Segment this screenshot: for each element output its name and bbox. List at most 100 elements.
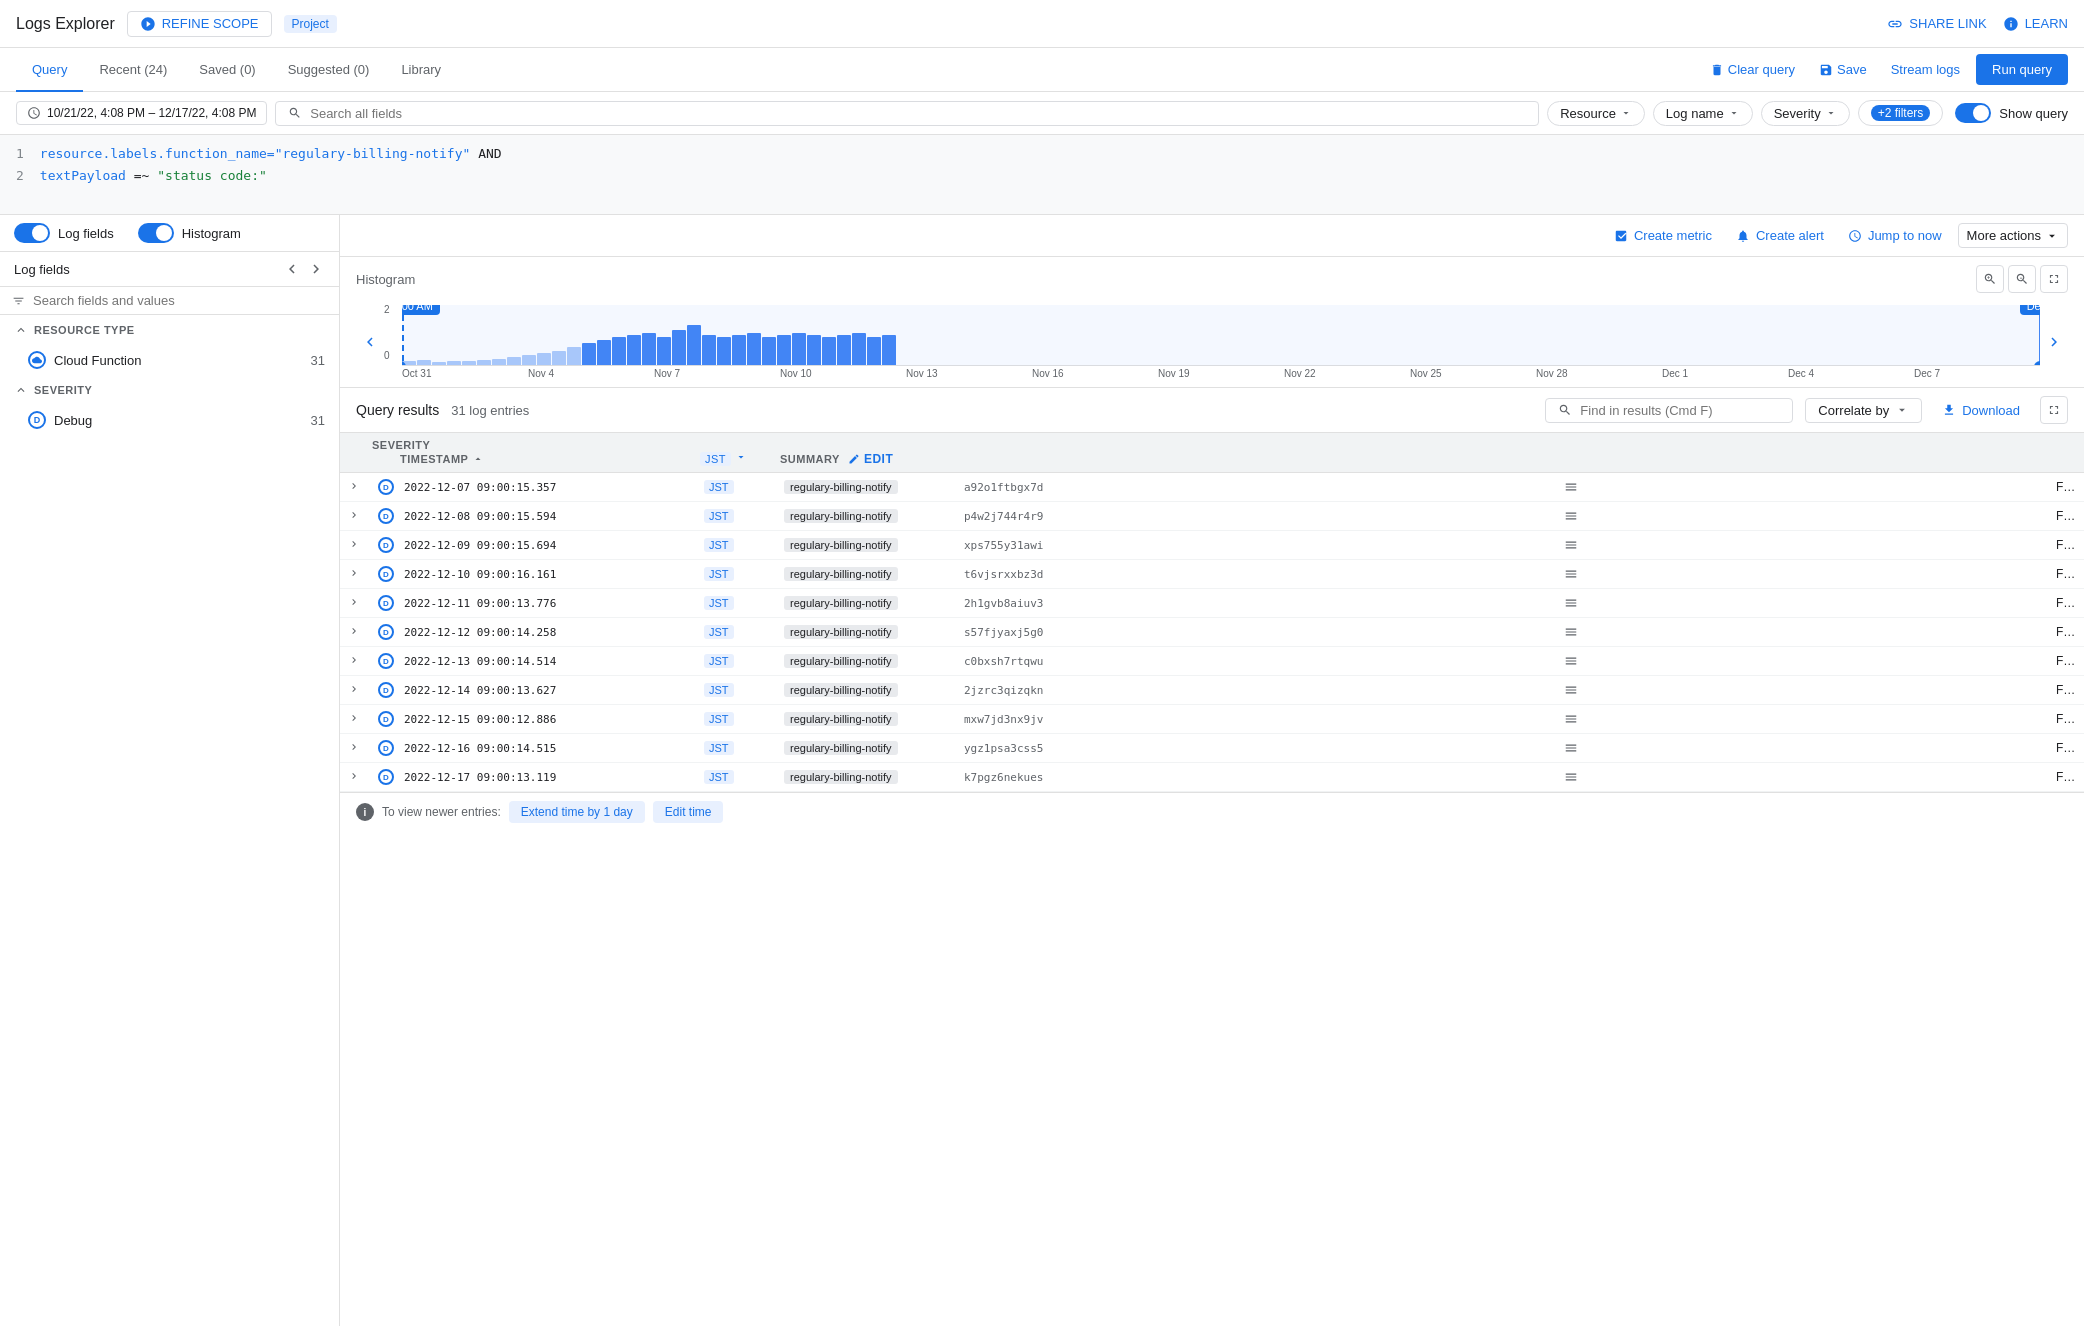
row-trace-id: mxw7jd3nx9jv xyxy=(960,713,1090,726)
more-actions-button[interactable]: More actions xyxy=(1958,223,2068,248)
find-results-input[interactable] xyxy=(1545,398,1793,423)
run-query-button[interactable]: Run query xyxy=(1976,54,2068,85)
row-expand-icon[interactable] xyxy=(344,538,372,552)
row-expand-icon[interactable] xyxy=(344,683,372,697)
col-timestamp-header[interactable]: TIMESTAMP xyxy=(400,451,700,466)
row-trace-id: 2h1gvb8aiuv3 xyxy=(960,597,1090,610)
table-row[interactable]: D 2022-12-17 09:00:13.119 JST regulary-b… xyxy=(340,763,2084,792)
chevron-left-icon[interactable] xyxy=(283,260,301,278)
debug-item[interactable]: D Debug 31 xyxy=(0,405,339,435)
table-row[interactable]: D 2022-12-09 09:00:15.694 JST regulary-b… xyxy=(340,531,2084,560)
histogram-switch[interactable] xyxy=(138,223,174,243)
row-expand-icon[interactable] xyxy=(344,509,372,523)
table-row[interactable]: D 2022-12-15 09:00:12.886 JST regulary-b… xyxy=(340,705,2084,734)
row-timestamp: 2022-12-16 09:00:14.515 xyxy=(400,742,700,755)
extend-time-button[interactable]: Extend time by 1 day xyxy=(509,801,645,823)
expand-results-button[interactable] xyxy=(2040,396,2068,424)
tab-library[interactable]: Library xyxy=(385,48,457,92)
row-expand-icon[interactable] xyxy=(344,625,372,639)
top-bar-right: SHARE LINK LEARN xyxy=(1887,16,2068,32)
query-line-1[interactable]: resource.labels.function_name="regulary-… xyxy=(40,143,502,165)
search-fields[interactable] xyxy=(0,287,339,315)
top-actions: Create metric Create alert Jump to now M… xyxy=(1606,223,2068,248)
query-line-2[interactable]: textPayload =~ "status code:" xyxy=(40,165,267,187)
clear-query-button[interactable]: Clear query xyxy=(1702,56,1803,83)
table-row[interactable]: D 2022-12-11 09:00:13.776 JST regulary-b… xyxy=(340,589,2084,618)
learn-button[interactable]: LEARN xyxy=(2003,16,2068,32)
row-expand-icon[interactable] xyxy=(344,567,372,581)
show-query-switch[interactable] xyxy=(1955,103,1991,123)
row-summary: Function execution took 12417 ms. Finish… xyxy=(2052,741,2080,755)
query-editor[interactable]: 1 resource.labels.function_name="regular… xyxy=(0,135,2084,215)
log-fields-switch[interactable] xyxy=(14,223,50,243)
row-expand-icon[interactable] xyxy=(344,654,372,668)
table-row[interactable]: D 2022-12-08 09:00:15.594 JST regulary-b… xyxy=(340,502,2084,531)
zoom-in-button[interactable] xyxy=(1976,265,2004,293)
jump-to-now-button[interactable]: Jump to now xyxy=(1840,224,1950,247)
tab-suggested[interactable]: Suggested (0) xyxy=(272,48,386,92)
download-button[interactable]: Download xyxy=(1934,399,2028,422)
resource-filter[interactable]: Resource xyxy=(1547,101,1645,126)
table-row[interactable]: D 2022-12-07 09:00:15.357 JST regulary-b… xyxy=(340,473,2084,502)
tab-recent[interactable]: Recent (24) xyxy=(83,48,183,92)
logname-filter[interactable]: Log name xyxy=(1653,101,1753,126)
date-label-nov10: Nov 10 xyxy=(780,368,906,379)
cloud-function-item[interactable]: Cloud Function 31 xyxy=(0,345,339,375)
row-expand-icon[interactable] xyxy=(344,770,372,784)
table-row[interactable]: D 2022-12-14 09:00:13.627 JST regulary-b… xyxy=(340,676,2084,705)
resource-type-header[interactable]: RESOURCE TYPE xyxy=(0,315,339,345)
find-in-results-field[interactable] xyxy=(1580,403,1780,418)
top-bar: Logs Explorer REFINE SCOPE Project SHARE… xyxy=(0,0,2084,48)
table-row[interactable]: D 2022-12-12 09:00:14.258 JST regulary-b… xyxy=(340,618,2084,647)
create-alert-button[interactable]: Create alert xyxy=(1728,224,1832,247)
table-row[interactable]: D 2022-12-13 09:00:14.514 JST regulary-b… xyxy=(340,647,2084,676)
histogram-next-button[interactable] xyxy=(2040,305,2068,379)
chevron-right-icon[interactable] xyxy=(307,260,325,278)
create-metric-button[interactable]: Create metric xyxy=(1606,224,1720,247)
table-row[interactable]: D 2022-12-16 09:00:14.515 JST regulary-b… xyxy=(340,734,2084,763)
date-label-nov4: Nov 4 xyxy=(528,368,654,379)
table-row[interactable]: D 2022-12-10 09:00:16.161 JST regulary-b… xyxy=(340,560,2084,589)
histogram-expand-button[interactable] xyxy=(2040,265,2068,293)
stream-logs-button[interactable]: Stream logs xyxy=(1883,56,1968,83)
row-expand-icon[interactable] xyxy=(344,741,372,755)
severity-filter[interactable]: Severity xyxy=(1761,101,1850,126)
row-function: regulary-billing-notify xyxy=(780,770,960,784)
tab-saved[interactable]: Saved (0) xyxy=(183,48,271,92)
col-extra xyxy=(1090,451,2052,466)
sidebar-top-row: Log fields Histogram xyxy=(0,215,339,252)
learn-label: LEARN xyxy=(2025,16,2068,31)
severity-header[interactable]: SEVERITY xyxy=(0,375,339,405)
date-labels: Oct 31 Nov 4 Nov 7 Nov 10 Nov 13 Nov 16 … xyxy=(402,368,2040,379)
edit-summary-button[interactable]: EDIT xyxy=(848,452,893,466)
row-function: regulary-billing-notify xyxy=(780,683,960,697)
edit-time-button[interactable]: Edit time xyxy=(653,801,724,823)
histogram-prev-button[interactable] xyxy=(356,305,384,379)
col-severity-header[interactable]: SEVERITY xyxy=(372,439,400,451)
row-summary: Function execution took 14916 ms. Finish… xyxy=(2052,538,2080,552)
zoom-out-button[interactable] xyxy=(2008,265,2036,293)
range-start-label: Oct 21, 9:00 AM xyxy=(402,305,440,315)
filter-bar: 10/21/22, 4:08 PM – 12/17/22, 4:08 PM Re… xyxy=(0,92,2084,135)
search-input[interactable] xyxy=(310,106,1526,121)
correlate-chevron-icon xyxy=(1895,403,1909,417)
correlate-by-button[interactable]: Correlate by xyxy=(1805,398,1922,423)
refine-scope-label: REFINE SCOPE xyxy=(162,16,259,31)
col-jst-header[interactable]: JST xyxy=(700,451,780,466)
row-severity-icon: D xyxy=(372,769,400,785)
search-all-fields[interactable] xyxy=(275,101,1539,126)
more-filters-button[interactable]: +2 filters xyxy=(1858,100,1944,126)
share-link-button[interactable]: SHARE LINK xyxy=(1887,16,1986,32)
refine-scope-button[interactable]: REFINE SCOPE xyxy=(127,11,272,37)
table-header: SEVERITY TIMESTAMP JST SUMMARY EDIT xyxy=(340,433,2084,473)
row-expand-icon[interactable] xyxy=(344,712,372,726)
row-function: regulary-billing-notify xyxy=(780,567,960,581)
time-picker[interactable]: 10/21/22, 4:08 PM – 12/17/22, 4:08 PM xyxy=(16,101,267,125)
row-expand-icon[interactable] xyxy=(344,596,372,610)
row-timestamp: 2022-12-10 09:00:16.161 xyxy=(400,568,700,581)
tab-query[interactable]: Query xyxy=(16,48,83,92)
row-summary: Function execution took 13473 ms. Finish… xyxy=(2052,596,2080,610)
row-expand-icon[interactable] xyxy=(344,480,372,494)
search-fields-input[interactable] xyxy=(33,293,327,308)
save-button[interactable]: Save xyxy=(1811,56,1875,83)
